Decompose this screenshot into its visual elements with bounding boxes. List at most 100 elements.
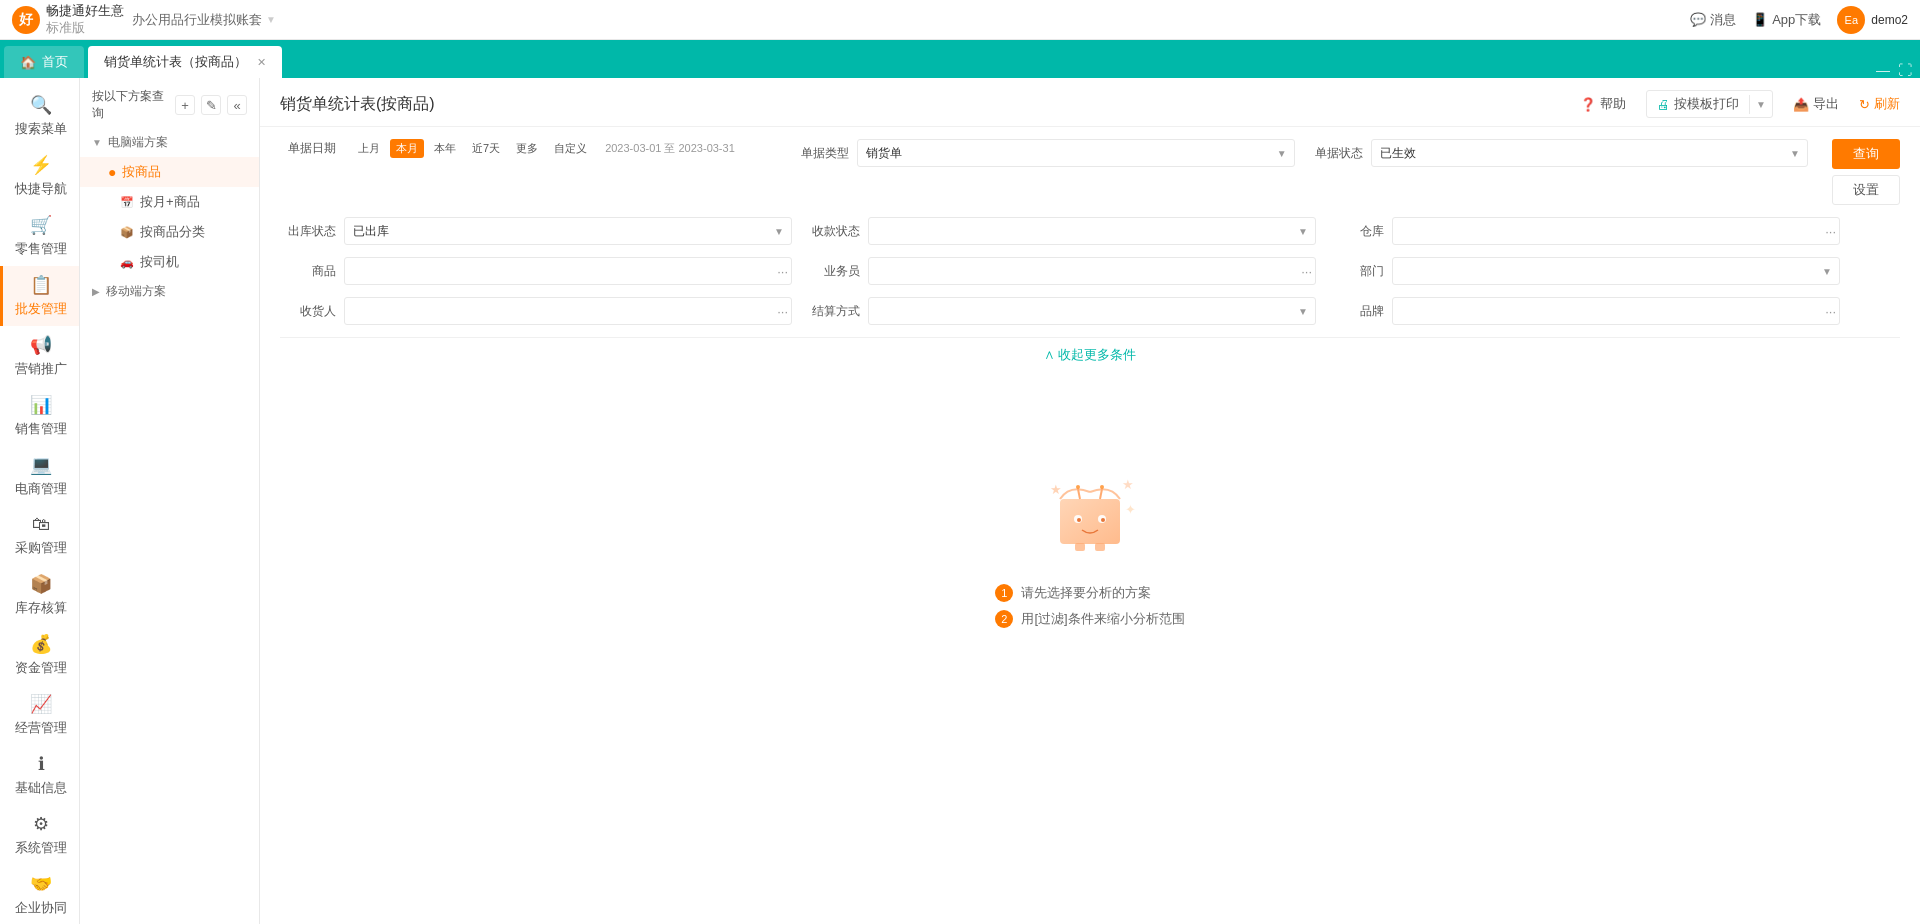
scheme-tree: ▼ 电脑端方案 ● 按商品 📅 按月+商品 📦 按商品分类 🚗 按司机 ▶ 移: [80, 128, 259, 314]
desktop-scheme-group[interactable]: ▼ 电脑端方案: [80, 128, 259, 157]
receiver-filter: 收货人 ···: [280, 297, 792, 325]
settings-button[interactable]: 设置: [1832, 175, 1900, 205]
storage-filter: 仓库 ···: [1328, 217, 1840, 245]
filter-row-2: 出库状态 已出库 ▼ 收款状态: [280, 217, 1900, 245]
doc-status-filter: 单据状态 已生效 ▼: [1307, 139, 1808, 167]
doc-status-select-wrapper: 已生效 ▼: [1371, 139, 1808, 167]
message-button[interactable]: 💬 消息: [1690, 11, 1736, 29]
sidebar-item-retail[interactable]: 🛒 零售管理: [0, 206, 79, 266]
print-dropdown-arrow[interactable]: ▼: [1749, 95, 1772, 114]
tab-close-icon[interactable]: ✕: [257, 56, 266, 69]
sidebar-item-inventory[interactable]: 📦 库存核算: [0, 565, 79, 625]
sidebar-item-operations[interactable]: 📈 经营管理: [0, 685, 79, 745]
storage-dots-icon[interactable]: ···: [1825, 224, 1836, 239]
warehouse-select[interactable]: 已出库: [344, 217, 792, 245]
tab-home[interactable]: 🏠 首页: [4, 46, 84, 78]
home-icon: 🏠: [20, 55, 36, 70]
date-quick-buttons: 上月 本月 本年 近7天 更多 自定义: [352, 139, 593, 158]
help-icon: ❓: [1580, 97, 1596, 112]
date-custom[interactable]: 自定义: [548, 139, 593, 158]
collapse-filters-button[interactable]: ∧ 收起更多条件: [280, 337, 1900, 372]
minimize-icon[interactable]: —: [1876, 62, 1890, 78]
search-button[interactable]: 查询: [1832, 139, 1900, 169]
help-button[interactable]: ❓ 帮助: [1572, 91, 1634, 117]
driver-icon: 🚗: [120, 256, 134, 269]
salesperson-input[interactable]: [868, 257, 1316, 285]
brand-dots-icon[interactable]: ···: [1825, 304, 1836, 319]
add-scheme-button[interactable]: +: [175, 95, 195, 115]
edit-scheme-button[interactable]: ✎: [201, 95, 221, 115]
message-icon: 💬: [1690, 12, 1706, 27]
sidebar-item-marketing[interactable]: 📢 营销推广: [0, 326, 79, 386]
sidebar-item-basic-info[interactable]: ℹ 基础信息: [0, 745, 79, 805]
date-more[interactable]: 更多: [510, 139, 544, 158]
active-scheme-icon: ●: [108, 164, 116, 180]
sidebar-item-purchase[interactable]: 🛍 采购管理: [0, 506, 79, 565]
settlement-select[interactable]: [868, 297, 1316, 325]
settlement-select-wrapper: ▼: [868, 297, 1316, 325]
main-layout: 🔍 搜索菜单 ⚡ 快捷导航 🛒 零售管理 📋 批发管理 📢 营销推广 📊 销售管…: [0, 78, 1920, 924]
scheme-item-by-product[interactable]: ● 按商品: [80, 157, 259, 187]
filter-row-4: 收货人 ··· 结算方式 ▼: [280, 297, 1900, 325]
product-control: ···: [344, 257, 792, 285]
svg-text:★: ★: [1122, 477, 1134, 492]
sidebar-item-corp-collab[interactable]: 🤝 企业协同: [0, 865, 79, 924]
sales-icon: 📊: [30, 394, 52, 416]
product-input[interactable]: [344, 257, 792, 285]
content-area: 销货单统计表(按商品) ❓ 帮助 🖨 按模板打印 ▼ 📤: [260, 78, 1920, 924]
scheme-item-by-driver[interactable]: 🚗 按司机: [80, 247, 259, 277]
payment-select[interactable]: [868, 217, 1316, 245]
mobile-scheme-group[interactable]: ▶ 移动端方案: [80, 277, 259, 306]
left-panel-header: 按以下方案查询 + ✎ «: [80, 78, 259, 128]
svg-point-3: [1077, 518, 1081, 522]
app-download-button[interactable]: 📱 App下载: [1752, 11, 1821, 29]
tabbar: 🏠 首页 销货单统计表（按商品） ✕ — ⛶: [0, 40, 1920, 78]
sidebar-item-finance[interactable]: 💰 资金管理: [0, 625, 79, 685]
user-profile[interactable]: Ea demo2: [1837, 6, 1908, 34]
product-dots-icon[interactable]: ···: [777, 264, 788, 279]
topbar-right: 💬 消息 📱 App下载 Ea demo2: [1690, 6, 1908, 34]
scheme-item-by-month-product[interactable]: 📅 按月+商品: [80, 187, 259, 217]
sidebar-item-sales[interactable]: 📊 销售管理: [0, 386, 79, 446]
date-this-year[interactable]: 本年: [428, 139, 462, 158]
brand-control: ···: [1392, 297, 1840, 325]
export-button[interactable]: 📤 导出: [1785, 91, 1847, 117]
basic-info-icon: ℹ: [38, 753, 45, 775]
print-button[interactable]: 🖨 按模板打印 ▼: [1646, 90, 1773, 118]
settlement-filter: 结算方式 ▼: [804, 297, 1316, 325]
scheme-item-by-category[interactable]: 📦 按商品分类: [80, 217, 259, 247]
receiver-control: ···: [344, 297, 792, 325]
app-download-icon: 📱: [1752, 12, 1768, 27]
system-icon: ⚙: [33, 813, 49, 835]
refresh-button[interactable]: ↻ 刷新: [1859, 95, 1900, 113]
sidebar-item-system[interactable]: ⚙ 系统管理: [0, 805, 79, 865]
storage-input[interactable]: [1392, 217, 1840, 245]
logo-icon: 好: [12, 6, 40, 34]
collapse-panel-button[interactable]: «: [227, 95, 247, 115]
brand-input[interactable]: [1392, 297, 1840, 325]
date-this-month[interactable]: 本月: [390, 139, 424, 158]
expand-arrow-icon: ▼: [92, 137, 102, 148]
doc-status-select[interactable]: 已生效: [1371, 139, 1808, 167]
department-select[interactable]: [1392, 257, 1840, 285]
breadcrumb[interactable]: 办公用品行业模拟账套 ▼: [132, 11, 276, 29]
filter-row-1: 单据日期 上月 本月 本年 近7天 更多 自定义 2023-03-01 至 20…: [280, 139, 1900, 205]
ecommerce-icon: 💻: [30, 454, 52, 476]
receiver-dots-icon[interactable]: ···: [777, 304, 788, 319]
salesperson-dots-icon[interactable]: ···: [1301, 264, 1312, 279]
date-last-7days[interactable]: 近7天: [466, 139, 506, 158]
maximize-icon[interactable]: ⛶: [1898, 62, 1912, 78]
sidebar-item-nav[interactable]: ⚡ 快捷导航: [0, 146, 79, 206]
svg-rect-0: [1060, 499, 1120, 544]
page-actions: ❓ 帮助 🖨 按模板打印 ▼ 📤 导出: [1572, 90, 1900, 118]
sidebar-item-wholesale[interactable]: 📋 批发管理: [0, 266, 79, 326]
avatar: Ea: [1837, 6, 1865, 34]
receiver-input[interactable]: [344, 297, 792, 325]
print-main[interactable]: 🖨 按模板打印: [1647, 91, 1749, 117]
sidebar-item-ecommerce[interactable]: 💻 电商管理: [0, 446, 79, 506]
sidebar-item-search[interactable]: 🔍 搜索菜单: [0, 86, 79, 146]
logo-text: 畅捷通好生意 标准版: [46, 3, 124, 37]
doc-type-select[interactable]: 销货单: [857, 139, 1294, 167]
date-last-month[interactable]: 上月: [352, 139, 386, 158]
tab-sales-stat[interactable]: 销货单统计表（按商品） ✕: [88, 46, 282, 78]
